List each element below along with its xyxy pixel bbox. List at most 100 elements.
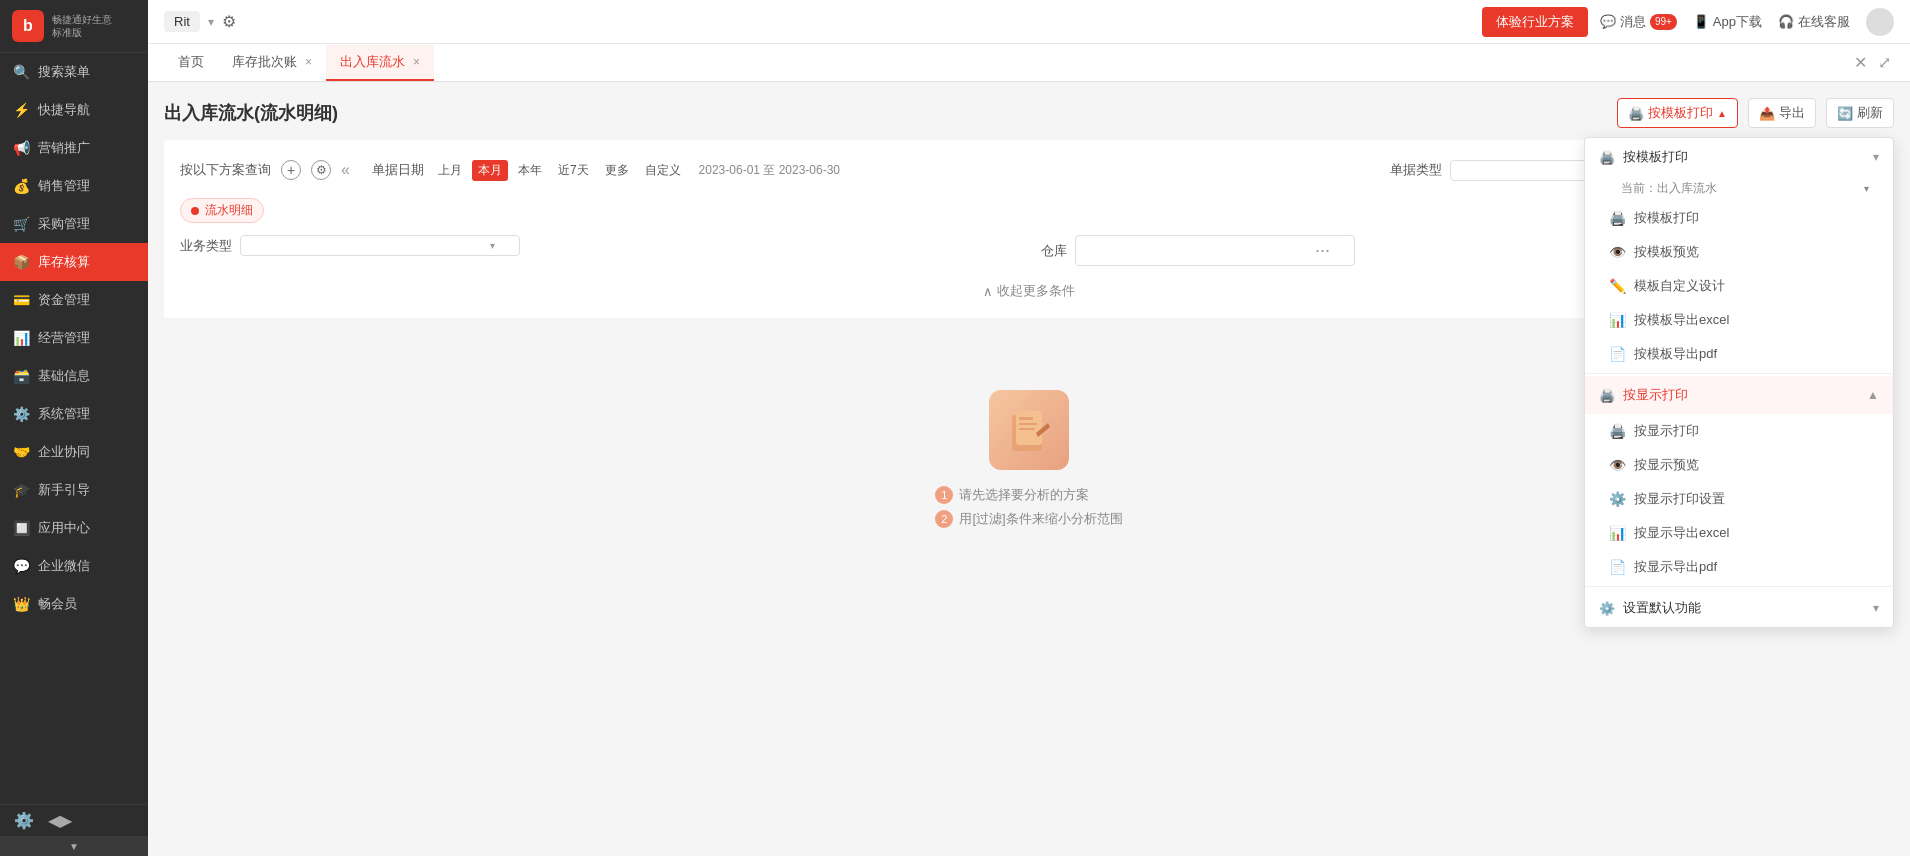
dropdown-item-display-excel[interactable]: 📊 按显示导出excel [1585, 516, 1893, 550]
sidebar-item-shortcut[interactable]: ⚡ 快捷导航 [0, 91, 148, 129]
sidebar-item-marketing[interactable]: 📢 营销推广 [0, 129, 148, 167]
dropdown-item-display-settings[interactable]: ⚙️ 按显示打印设置 [1585, 482, 1893, 516]
display-print-arrow: ▲ [1867, 388, 1879, 402]
user-avatar[interactable] [1866, 8, 1894, 36]
default-settings-arrow: ▾ [1873, 601, 1879, 615]
sidebar-item-label: 营销推广 [38, 139, 90, 157]
sidebar-item-search[interactable]: 🔍 搜索菜单 [0, 53, 148, 91]
template-sub-arrow: ▾ [1864, 183, 1869, 194]
guide-icon: 🎓 [12, 481, 30, 499]
app-logo-icon: b [12, 10, 44, 42]
display-printer-icon: 🖨️ [1609, 423, 1626, 439]
shortcut-more[interactable]: 更多 [599, 160, 635, 181]
dropdown-item-template-preview[interactable]: 👁️ 按模板预览 [1585, 235, 1893, 269]
operations-icon: 📊 [12, 329, 30, 347]
dropdown-item-template-pdf[interactable]: 📄 按模板导出pdf [1585, 337, 1893, 371]
dropdown-item-template-customize[interactable]: ✏️ 模板自定义设计 [1585, 269, 1893, 303]
header-gear-icon[interactable]: ⚙ [222, 12, 236, 31]
tab-home[interactable]: 首页 [164, 45, 218, 81]
empty-state-svg [1004, 405, 1054, 455]
sidebar-item-label: 基础信息 [38, 367, 90, 385]
maximize-tab-icon[interactable]: ⤢ [1874, 53, 1894, 73]
tabs-actions: ✕ ⤢ [1850, 53, 1894, 73]
trial-btn[interactable]: 体验行业方案 [1482, 7, 1588, 37]
close-tab-icon[interactable]: ✕ [1850, 53, 1870, 73]
sidebar-item-label: 新手引导 [38, 481, 90, 499]
sidebar-collapse-icon[interactable]: ◀▶ [48, 811, 72, 830]
display-print-header-label: 按显示打印 [1623, 386, 1688, 404]
sidebar-item-label: 资金管理 [38, 291, 90, 309]
sidebar-item-basic[interactable]: 🗃️ 基础信息 [0, 357, 148, 395]
date-shortcuts: 上月 本月 本年 近7天 更多 自定义 [432, 160, 687, 181]
dropdown-template-print-header[interactable]: 🖨️ 按模板打印 ▾ [1585, 138, 1893, 176]
sidebar-item-label: 企业微信 [38, 557, 90, 575]
print-icon: 🖨️ [1628, 106, 1644, 121]
shortcut-custom[interactable]: 自定义 [639, 160, 687, 181]
app-name: 畅捷通好生意 标准版 [52, 13, 112, 39]
tab-flow[interactable]: 出入库流水 × [326, 45, 434, 81]
doc-type-label: 单据类型 [1390, 161, 1442, 179]
sidebar-item-label: 企业协同 [38, 443, 90, 461]
app-download-btn[interactable]: 📱 App下载 [1693, 13, 1762, 31]
sidebar-item-collab[interactable]: 🤝 企业协同 [0, 433, 148, 471]
biz-type-group: 业务类型 ▾ [180, 235, 1017, 256]
marketing-icon: 📢 [12, 139, 30, 157]
filter-add-btn[interactable]: + [281, 160, 301, 180]
sidebar-item-sales[interactable]: 💰 销售管理 [0, 167, 148, 205]
sidebar-item-label: 畅会员 [38, 595, 77, 613]
shortcut-this-year[interactable]: 本年 [512, 160, 548, 181]
shortcut-7days[interactable]: 近7天 [552, 160, 595, 181]
refresh-btn[interactable]: 🔄 刷新 [1826, 98, 1894, 128]
sidebar-item-member[interactable]: 👑 畅会员 [0, 585, 148, 623]
display-preview-icon: 👁️ [1609, 457, 1626, 473]
dropdown-display-print-header[interactable]: 🖨️ 按显示打印 ▲ [1585, 376, 1893, 414]
dropdown-default-settings-header[interactable]: ⚙️ 设置默认功能 ▾ [1585, 589, 1893, 627]
filter-collapse-btn[interactable]: « [341, 161, 350, 179]
sidebar-item-wechat[interactable]: 💬 企业微信 [0, 547, 148, 585]
sidebar-item-finance[interactable]: 💳 资金管理 [0, 281, 148, 319]
export-btn[interactable]: 📤 导出 [1748, 98, 1816, 128]
dropdown-item-display-print[interactable]: 🖨️ 按显示打印 [1585, 414, 1893, 448]
preview-icon: 👁️ [1609, 244, 1626, 260]
online-service-btn[interactable]: 🎧 在线客服 [1778, 13, 1850, 31]
tab-batch[interactable]: 库存批次账 × [218, 45, 326, 81]
basic-icon: 🗃️ [12, 367, 30, 385]
dropdown-item-template-excel[interactable]: 📊 按模板导出excel [1585, 303, 1893, 337]
user-dropdown-chevron[interactable]: ▾ [208, 15, 214, 29]
refresh-icon: 🔄 [1837, 106, 1853, 121]
biz-type-select[interactable]: ▾ [240, 235, 520, 256]
dropdown-item-template-print[interactable]: 🖨️ 按模板打印 [1585, 201, 1893, 235]
page-actions: 🖨️ 按模板打印 ▲ 📤 导出 🔄 刷新 [1617, 98, 1894, 128]
dropdown-item-display-pdf[interactable]: 📄 按显示导出pdf [1585, 550, 1893, 584]
sidebar-item-label: 销售管理 [38, 177, 90, 195]
shortcut-last-month[interactable]: 上月 [432, 160, 468, 181]
tab-flow-close[interactable]: × [413, 55, 420, 69]
default-settings-label: 设置默认功能 [1623, 599, 1701, 617]
collapse-btn[interactable]: ∧ 收起更多条件 [983, 282, 1075, 300]
sidebar-item-operations[interactable]: 📊 经营管理 [0, 319, 148, 357]
sidebar-item-label: 系统管理 [38, 405, 90, 423]
date-field-label: 单据日期 [372, 161, 424, 179]
sales-icon: 💰 [12, 177, 30, 195]
sidebar-item-purchase[interactable]: 🛒 采购管理 [0, 205, 148, 243]
print-btn[interactable]: 🖨️ 按模板打印 ▲ [1617, 98, 1738, 128]
sidebar-item-inventory[interactable]: 📦 库存核算 [0, 243, 148, 281]
sidebar-item-apps[interactable]: 🔲 应用中心 [0, 509, 148, 547]
dropdown-item-display-preview[interactable]: 👁️ 按显示预览 [1585, 448, 1893, 482]
tab-batch-close[interactable]: × [305, 55, 312, 69]
page-title-bar: 出入库流水(流水明细) 🖨️ 按模板打印 ▲ 📤 导出 🔄 刷新 [164, 98, 1894, 128]
shortcut-this-month[interactable]: 本月 [472, 160, 508, 181]
sidebar-scroll-down[interactable]: ▼ [0, 836, 148, 856]
sidebar-item-label: 经营管理 [38, 329, 90, 347]
apps-icon: 🔲 [12, 519, 30, 537]
filter-settings-btn[interactable]: ⚙ [311, 160, 331, 180]
empty-state-steps: 1 请先选择要分析的方案 2 用[过滤]条件来缩小分析范围 [935, 486, 1122, 534]
warehouse-more[interactable]: ··· [1315, 240, 1330, 261]
sidebar-item-guide[interactable]: 🎓 新手引导 [0, 471, 148, 509]
warehouse-select[interactable]: ··· [1075, 235, 1355, 266]
sidebar-item-system[interactable]: ⚙️ 系统管理 [0, 395, 148, 433]
sidebar-settings-icon[interactable]: ⚙️ [14, 811, 34, 830]
svg-rect-4 [1019, 428, 1035, 430]
message-btn[interactable]: 💬 消息 99+ [1600, 13, 1677, 31]
filter-chip[interactable]: 流水明细 [180, 198, 264, 223]
